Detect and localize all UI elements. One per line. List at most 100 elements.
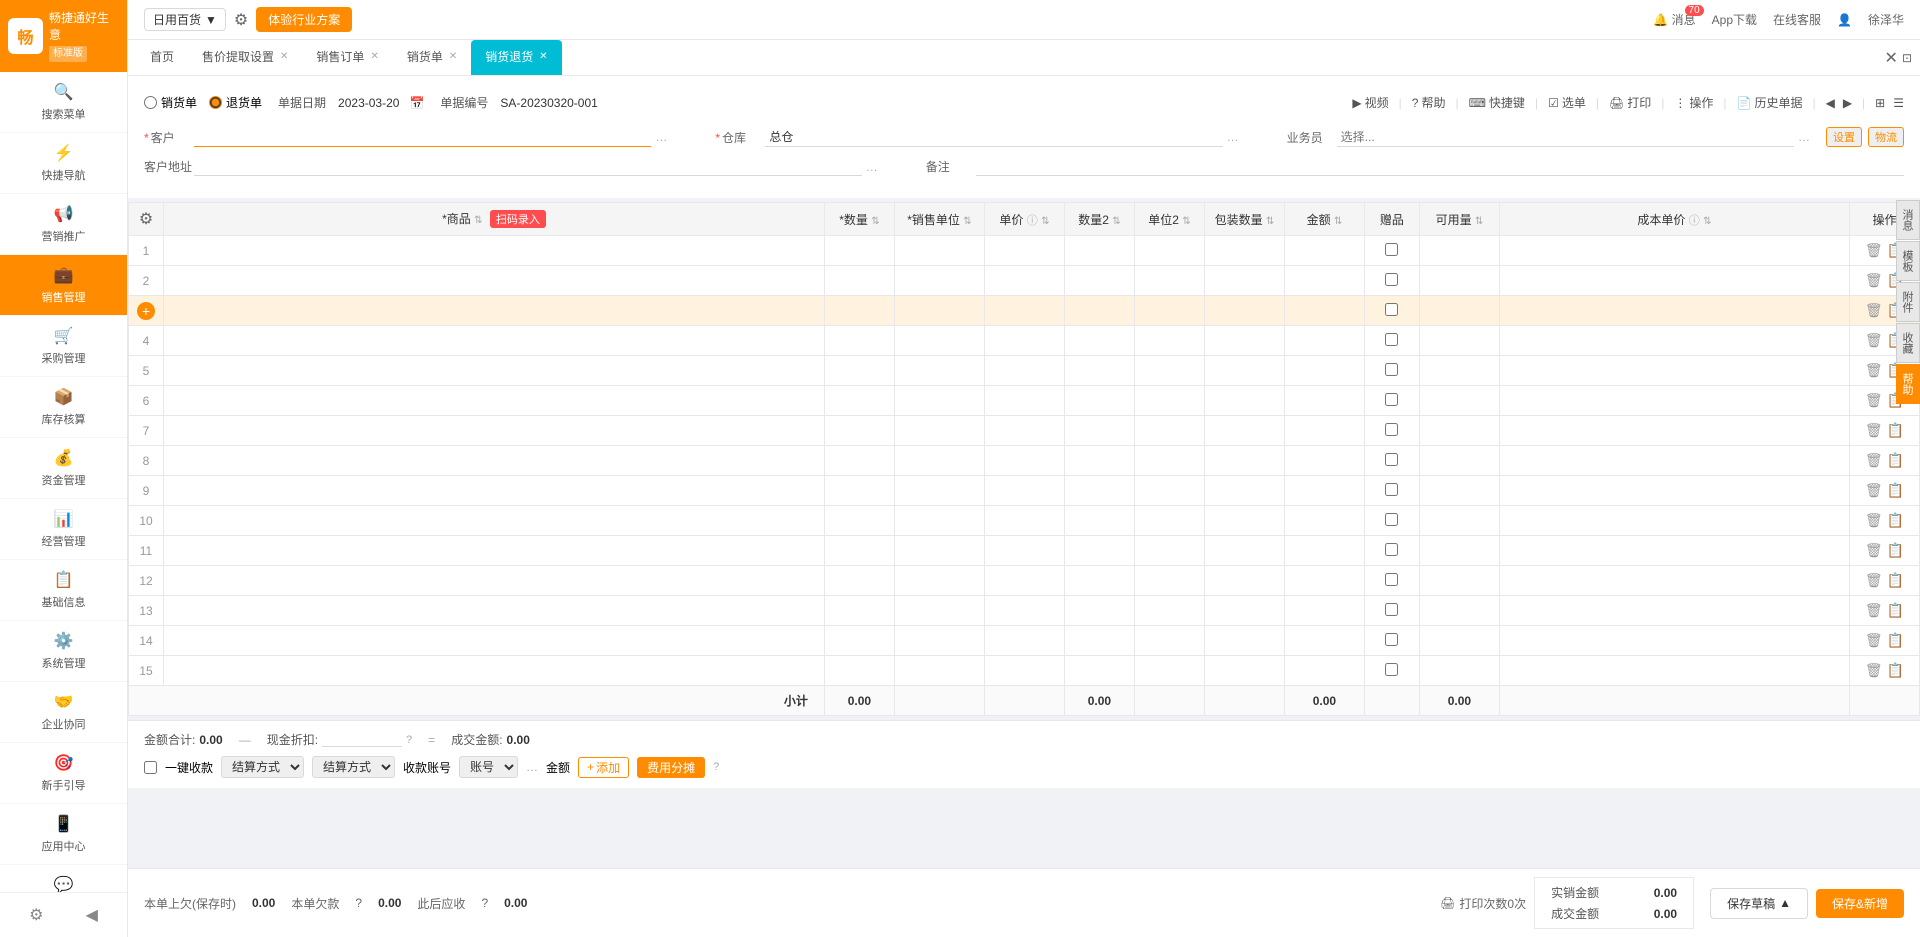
- discount-input[interactable]: [322, 732, 402, 747]
- info-icon[interactable]: ⓘ: [1689, 215, 1700, 227]
- copy-row-btn[interactable]: 📋: [1887, 662, 1904, 679]
- delete-row-btn[interactable]: 🗑: [1865, 662, 1883, 679]
- product-input-active[interactable]: [172, 304, 816, 318]
- delete-row-btn[interactable]: 🗑: [1865, 452, 1883, 469]
- product-cell[interactable]: [164, 266, 825, 296]
- right-panel-btn-5[interactable]: 帮助: [1896, 364, 1920, 404]
- delete-row-btn[interactable]: 🗑: [1865, 242, 1883, 259]
- sales-unit-cell[interactable]: [894, 236, 984, 266]
- delete-row-btn[interactable]: 🗑: [1865, 272, 1883, 289]
- sidebar-item-enterprise[interactable]: 🤝 企业协同: [0, 682, 127, 743]
- sidebar-item-basic-info[interactable]: 📋 基础信息: [0, 560, 127, 621]
- column-settings-icon[interactable]: ⚙: [139, 211, 153, 228]
- fee-split-btn[interactable]: 费用分摊: [637, 757, 705, 778]
- tab-close-icon[interactable]: ✕: [539, 51, 547, 62]
- copy-row-btn[interactable]: 📋: [1887, 542, 1904, 559]
- gift-cell-active[interactable]: [1364, 296, 1419, 326]
- quantity2-cell[interactable]: [1064, 266, 1134, 296]
- app-download-link[interactable]: App下载: [1712, 11, 1757, 28]
- sales-unit-cell[interactable]: [894, 266, 984, 296]
- unit2-cell-active[interactable]: [1134, 296, 1204, 326]
- sidebar-item-search[interactable]: 🔍 搜索菜单: [0, 72, 127, 133]
- address-input[interactable]: [194, 157, 862, 176]
- sidebar-item-purchase[interactable]: 🛒 采购管理: [0, 316, 127, 377]
- radio-sales-delivery[interactable]: 销货单: [144, 94, 197, 111]
- delete-row-btn[interactable]: 🗑: [1865, 542, 1883, 559]
- product-cell-active[interactable]: [164, 296, 825, 326]
- sort-icon[interactable]: ⇅: [871, 216, 879, 227]
- info-icon[interactable]: ⓘ: [1027, 215, 1038, 227]
- discount-info-icon[interactable]: ?: [406, 734, 412, 746]
- available-cell[interactable]: [1419, 266, 1499, 296]
- sort-icon[interactable]: ⇅: [1041, 216, 1049, 227]
- video-btn[interactable]: ▶ 视频: [1352, 94, 1388, 111]
- collapse-icon[interactable]: ◀: [82, 901, 102, 929]
- select-btn[interactable]: ☑ 选单: [1548, 94, 1586, 111]
- copy-row-btn[interactable]: 📋: [1887, 512, 1904, 529]
- delete-row-btn[interactable]: 🗑: [1865, 332, 1883, 349]
- copy-row-btn[interactable]: 📋: [1887, 482, 1904, 499]
- cost-price-cell[interactable]: [1499, 236, 1849, 266]
- shortcut-btn[interactable]: ⌨ 快捷键: [1469, 94, 1525, 111]
- available-cell[interactable]: [1419, 236, 1499, 266]
- delete-row-btn[interactable]: 🗑: [1865, 632, 1883, 649]
- pack-qty-cell-active[interactable]: [1204, 296, 1284, 326]
- unit-price-cell-active[interactable]: [984, 296, 1064, 326]
- sidebar-item-system[interactable]: ⚙️ 系统管理: [0, 621, 127, 682]
- account-select[interactable]: 账号: [459, 756, 518, 778]
- quantity-cell[interactable]: [824, 236, 894, 266]
- gift-cell[interactable]: [1364, 236, 1419, 266]
- amount-cell[interactable]: [1284, 236, 1364, 266]
- customer-dots-btn[interactable]: …: [655, 130, 667, 144]
- grid-view-btn[interactable]: ⊞: [1875, 96, 1885, 110]
- sort-icon[interactable]: ⇅: [1182, 216, 1190, 227]
- sidebar-item-operations[interactable]: 📊 经营管理: [0, 499, 127, 560]
- current-credit-icon[interactable]: ?: [355, 896, 362, 910]
- warehouse-dots-btn[interactable]: …: [1227, 130, 1239, 144]
- tab-sales-return[interactable]: 销货退货 ✕: [471, 40, 561, 75]
- sidebar-item-sales[interactable]: 💼 销售管理: [0, 255, 127, 316]
- sidebar-item-enterprise-wechat[interactable]: 💬 企业微信: [0, 865, 127, 892]
- one-click-payment-checkbox[interactable]: [144, 761, 157, 774]
- pack-qty-cell[interactable]: [1204, 266, 1284, 296]
- prev-record-btn[interactable]: ◀: [1826, 96, 1835, 110]
- unit2-cell[interactable]: [1134, 266, 1204, 296]
- right-panel-btn-2[interactable]: 模板: [1896, 241, 1920, 281]
- customer-input[interactable]: [194, 128, 651, 147]
- sidebar-item-finance[interactable]: 💰 资金管理: [0, 438, 127, 499]
- delete-row-btn[interactable]: 🗑: [1865, 482, 1883, 499]
- remark-input[interactable]: [976, 157, 1904, 176]
- quantity-cell[interactable]: [824, 266, 894, 296]
- sort-icon[interactable]: ⇅: [1334, 216, 1342, 227]
- sidebar-item-guide[interactable]: 🎯 新手引导: [0, 743, 127, 804]
- settings-bottom-icon[interactable]: ⚙: [25, 901, 47, 929]
- tab-sales-delivery[interactable]: 销货单 ✕: [393, 40, 471, 75]
- should-receive-icon[interactable]: ?: [481, 896, 488, 910]
- delete-row-btn[interactable]: 🗑: [1865, 422, 1883, 439]
- sort-icon[interactable]: ⇅: [474, 215, 482, 226]
- save-new-btn[interactable]: 保存&新增: [1816, 889, 1904, 918]
- copy-row-btn[interactable]: 📋: [1887, 422, 1904, 439]
- message-icon-wrapper[interactable]: 🔔 70 消息: [1653, 11, 1695, 28]
- product-cell[interactable]: [164, 236, 825, 266]
- delete-row-btn[interactable]: 🗑: [1865, 512, 1883, 529]
- sidebar-item-shortcuts[interactable]: ⚡ 快捷导航: [0, 133, 127, 194]
- radio-sales-return[interactable]: 退货单: [209, 94, 262, 111]
- gift-cell[interactable]: [1364, 266, 1419, 296]
- delete-row-btn[interactable]: 🗑: [1865, 572, 1883, 589]
- tab-price-setting[interactable]: 售价提取设置 ✕: [188, 40, 302, 75]
- trial-btn[interactable]: 体验行业方案: [256, 7, 352, 32]
- delete-row-btn[interactable]: 🗑: [1865, 392, 1883, 409]
- tab-sales-order[interactable]: 销售订单 ✕: [302, 40, 392, 75]
- available-cell-active[interactable]: [1419, 296, 1499, 326]
- delete-row-btn[interactable]: 🗑: [1865, 362, 1883, 379]
- salesperson-dots-btn[interactable]: …: [1798, 130, 1810, 144]
- calendar-icon[interactable]: 📅: [409, 96, 424, 110]
- add-row-btn[interactable]: +: [137, 302, 155, 320]
- cost-price-cell-active[interactable]: [1499, 296, 1849, 326]
- sales-unit-cell-active[interactable]: [894, 296, 984, 326]
- sidebar-item-inventory[interactable]: 📦 库存核算: [0, 377, 127, 438]
- settle-method-select[interactable]: 结算方式: [221, 756, 304, 778]
- amount-cell-active[interactable]: [1284, 296, 1364, 326]
- topbar-settings-icon[interactable]: ⚙: [234, 10, 248, 30]
